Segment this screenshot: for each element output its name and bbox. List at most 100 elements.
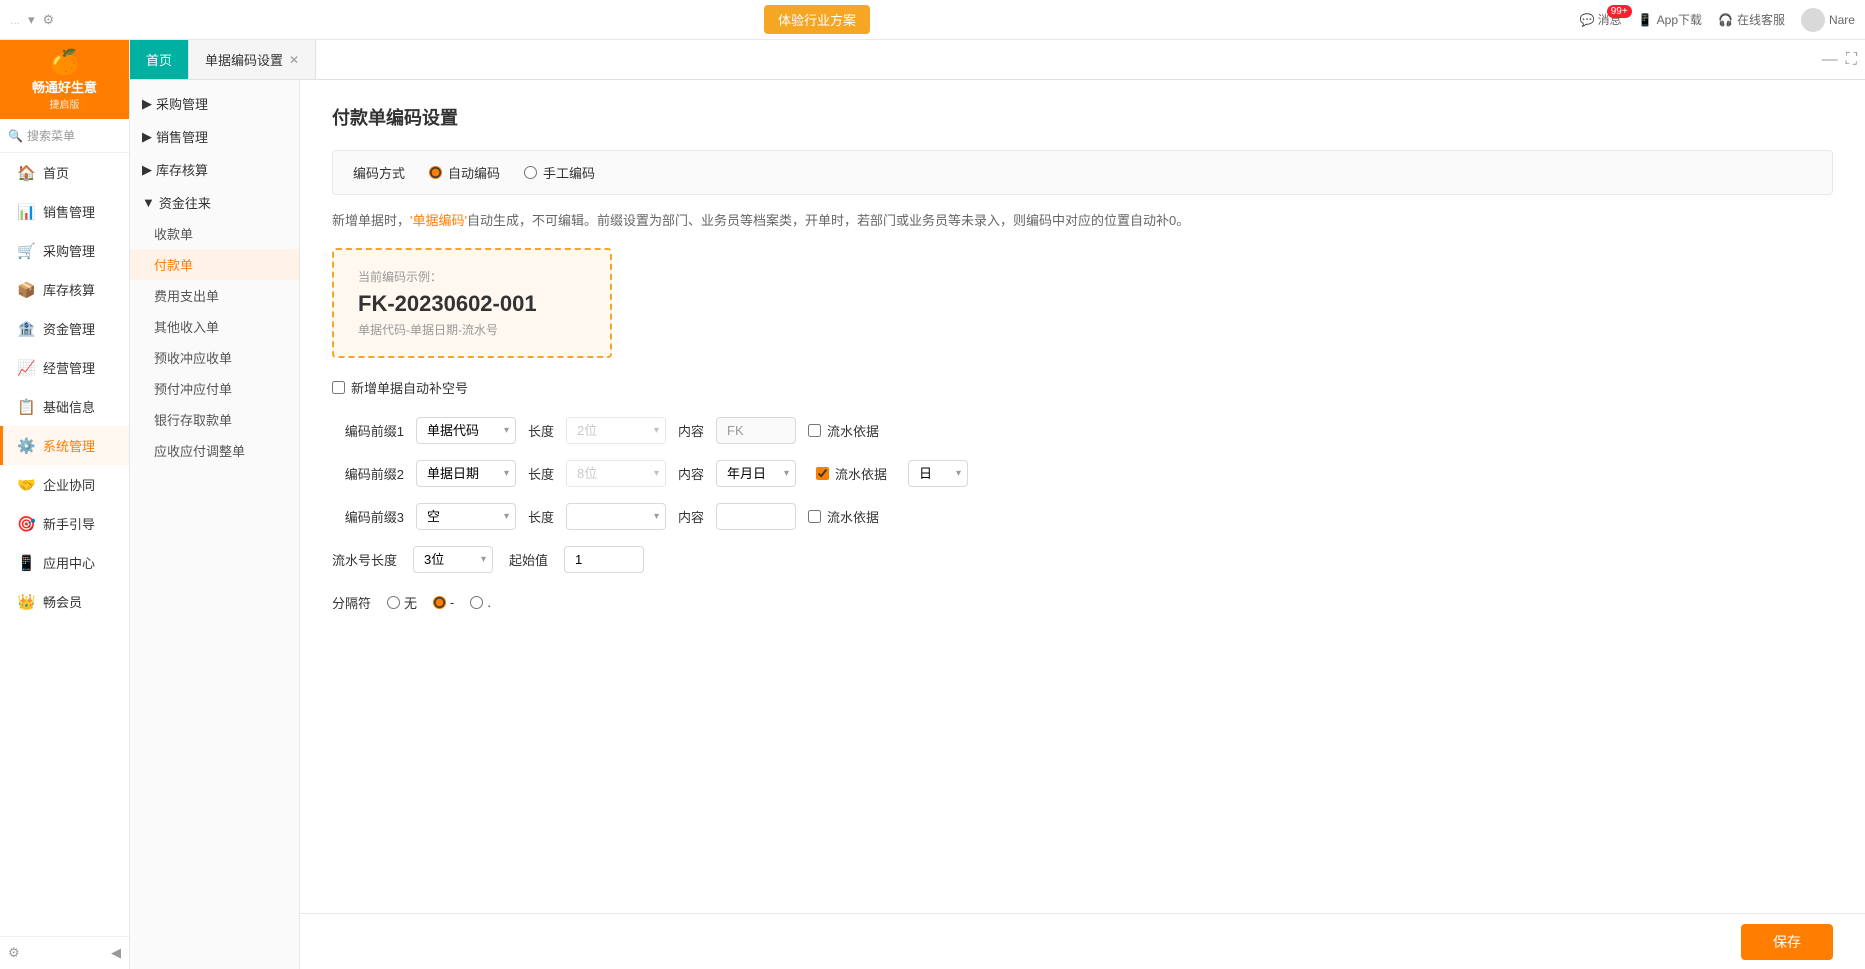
prefix2-content-select[interactable]: 年月日 年月 年: [727, 466, 783, 481]
left-nav-payment[interactable]: 付款单: [130, 249, 299, 280]
prefix3-stream-checkbox[interactable]: [808, 510, 821, 523]
prefix3-content-input[interactable]: [716, 503, 796, 530]
prefix2-stream-checkbox[interactable]: [816, 467, 829, 480]
auto-encode-input[interactable]: [429, 166, 442, 179]
prefix1-len-select[interactable]: 2位: [577, 423, 614, 438]
start-value-input[interactable]: [564, 546, 644, 573]
sep-dash-radio[interactable]: -: [433, 595, 454, 610]
prefix3-select-wrap[interactable]: 单据代码 单据日期 部门 业务员 空 ▾: [416, 503, 516, 530]
left-nav-bank-deposit[interactable]: 银行存取款单: [130, 404, 299, 435]
serial-len-arrow: ▾: [481, 554, 486, 565]
service-icon: 🎧: [1718, 13, 1733, 27]
auto-fill-checkbox[interactable]: [332, 381, 345, 394]
app-icon: 📱: [1638, 13, 1653, 27]
sep-dash-input[interactable]: [433, 596, 446, 609]
sidebar-item-newguide[interactable]: 🎯 新手引导: [0, 504, 129, 543]
left-nav-sales-toggle[interactable]: ▶ 销售管理: [130, 121, 299, 152]
prefix3-select[interactable]: 单据代码 单据日期 部门 业务员 空: [427, 509, 496, 524]
sep-slash-radio[interactable]: .: [470, 595, 491, 610]
left-nav-other-income[interactable]: 其他收入单: [130, 311, 299, 342]
prefix1-stream-label[interactable]: 流水依据: [808, 421, 880, 440]
tab-close-icon[interactable]: ✕: [289, 53, 299, 67]
auto-encode-radio[interactable]: 自动编码: [429, 163, 500, 182]
minimize-icon[interactable]: —: [1822, 51, 1838, 69]
sidebar-item-home[interactable]: 🏠 首页: [0, 153, 129, 192]
sidebar-label-purchase: 采购管理: [43, 241, 95, 260]
left-nav-receipt[interactable]: 收款单: [130, 218, 299, 249]
prefix1-select-wrap[interactable]: 单据代码 单据日期 部门 业务员 空 ▾: [416, 417, 516, 444]
sidebar-item-appcenter[interactable]: 📱 应用中心: [0, 543, 129, 582]
sales-icon: 📊: [17, 203, 35, 221]
user-avatar: [1801, 8, 1825, 32]
sidebar-label-appcenter: 应用中心: [43, 553, 95, 572]
sidebar-item-operations[interactable]: 📈 经营管理: [0, 348, 129, 387]
prefix2-stream-label[interactable]: 流水依据: [816, 464, 888, 483]
left-nav-purchase-label: 采购管理: [156, 94, 208, 113]
prefix2-content-select-wrap[interactable]: 年月日 年月 年 ▾: [716, 460, 796, 487]
prefix2-len-select[interactable]: 8位: [577, 466, 614, 481]
prefix3-len-select-wrap[interactable]: ▾: [566, 503, 666, 530]
left-nav-adjustment[interactable]: 应收应付调整单: [130, 435, 299, 466]
collapse-icon[interactable]: ◀: [111, 945, 121, 961]
serial-len-select-wrap[interactable]: 3位 4位 5位 6位 ▾: [413, 546, 493, 573]
prefix1-select[interactable]: 单据代码 单据日期 部门 业务员 空: [427, 423, 496, 438]
prefix3-len-select[interactable]: [577, 509, 593, 524]
maximize-icon[interactable]: ⛶: [1846, 51, 1857, 69]
auto-fill-label: 新增单据自动补空号: [351, 378, 468, 397]
chevron-down-icon[interactable]: ▾: [28, 12, 35, 28]
prefix1-len-select-wrap[interactable]: 2位 ▾: [566, 417, 666, 444]
app-download-button[interactable]: 📱 App下载: [1638, 11, 1702, 28]
prefix3-stream-text: 流水依据: [827, 507, 879, 526]
left-nav-prepay-pay[interactable]: 预付冲应付单: [130, 373, 299, 404]
left-nav-expense[interactable]: 费用支出单: [130, 280, 299, 311]
prefix2-len-label: 长度: [528, 464, 554, 483]
left-nav-prepay-receive[interactable]: 预收冲应收单: [130, 342, 299, 373]
serial-len-label: 流水号长度: [332, 550, 397, 569]
save-button[interactable]: 保存: [1741, 924, 1833, 960]
left-nav-purchase-toggle[interactable]: ▶ 采购管理: [130, 88, 299, 119]
settings-icon[interactable]: ⚙: [43, 12, 55, 28]
message-button[interactable]: 💬 消息 99+: [1580, 11, 1622, 28]
sidebar-item-sales[interactable]: 📊 销售管理: [0, 192, 129, 231]
left-nav-funds-toggle[interactable]: ▼ 资金往来: [130, 187, 299, 218]
prefix2-period-select-wrap[interactable]: 日 月 年 ▾: [908, 460, 968, 487]
sep-none-radio[interactable]: 无: [387, 593, 417, 612]
sidebar-item-purchase[interactable]: 🛒 采购管理: [0, 231, 129, 270]
left-nav-group-funds: ▼ 资金往来 收款单 付款单 费用支出单 其他收入单 预收冲应收单 预付冲应付单…: [130, 187, 299, 466]
left-nav-inventory-toggle[interactable]: ▶ 库存核算: [130, 154, 299, 185]
manual-encode-radio[interactable]: 手工编码: [524, 163, 595, 182]
sep-slash-input[interactable]: [470, 596, 483, 609]
serial-len-select[interactable]: 3位 4位 5位 6位: [424, 552, 461, 567]
prefix3-stream-label[interactable]: 流水依据: [808, 507, 880, 526]
prefix2-period-select[interactable]: 日 月 年: [919, 466, 949, 481]
prefix3-len-label: 长度: [528, 507, 554, 526]
manual-encode-input[interactable]: [524, 166, 537, 179]
logo-icon: 🍊: [50, 48, 80, 77]
sidebar-item-inventory[interactable]: 📦 库存核算: [0, 270, 129, 309]
search-menu-button[interactable]: 🔍 搜索菜单: [0, 119, 129, 153]
online-service-button[interactable]: 🎧 在线客服: [1718, 11, 1785, 28]
sidebar-item-finance[interactable]: 🏦 资金管理: [0, 309, 129, 348]
prefix2-len-select-wrap[interactable]: 8位 ▾: [566, 460, 666, 487]
tab-encoding-settings[interactable]: 单据编码设置 ✕: [189, 40, 316, 79]
sidebar-item-system[interactable]: ⚙️ 系统管理: [0, 426, 129, 465]
sidebar-item-basic[interactable]: 📋 基础信息: [0, 387, 129, 426]
save-bar: 保存: [300, 913, 1865, 969]
auto-encode-label: 自动编码: [448, 163, 500, 182]
user-menu[interactable]: Nare: [1801, 8, 1855, 32]
sidebar-item-member[interactable]: 👑 畅会员: [0, 582, 129, 621]
tab-home[interactable]: 首页: [130, 40, 189, 79]
prefix1-content-input[interactable]: [716, 417, 796, 444]
prefix2-stream-text: 流水依据: [835, 464, 887, 483]
tab-home-label: 首页: [146, 50, 172, 69]
settings-bottom-icon[interactable]: ⚙: [8, 945, 20, 961]
sidebar-label-enterprise: 企业协同: [43, 475, 95, 494]
online-service-label: 在线客服: [1737, 11, 1785, 28]
prefix1-stream-checkbox[interactable]: [808, 424, 821, 437]
sidebar-item-enterprise[interactable]: 🤝 企业协同: [0, 465, 129, 504]
sep-none-input[interactable]: [387, 596, 400, 609]
experience-button[interactable]: 体验行业方案: [764, 5, 870, 34]
prefix2-select[interactable]: 单据代码 单据日期 部门 业务员 空: [427, 466, 496, 481]
sidebar-label-newguide: 新手引导: [43, 514, 95, 533]
prefix2-select-wrap[interactable]: 单据代码 单据日期 部门 业务员 空 ▾: [416, 460, 516, 487]
